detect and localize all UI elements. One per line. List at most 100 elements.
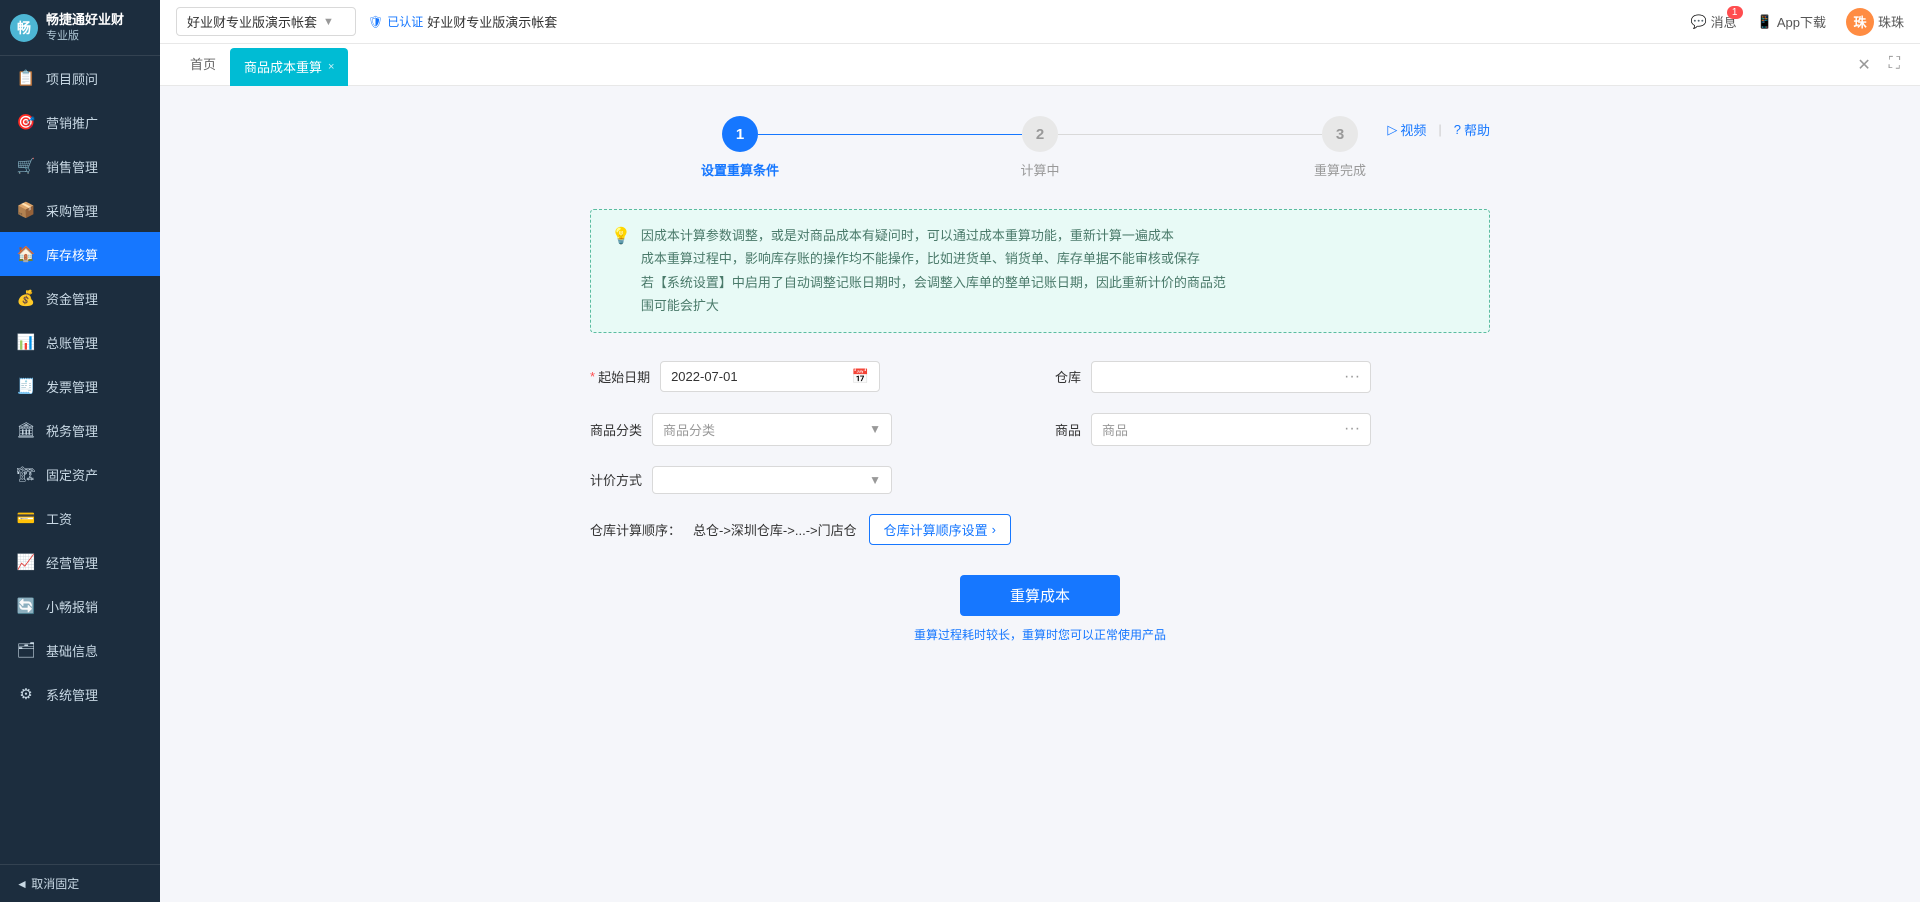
warehouse-order-row: 仓库计算顺序： 总仓->深圳仓库->...->门店仓 仓库计算顺序设置 › [590, 514, 1490, 545]
app-download-button[interactable]: 📱 App下载 [1757, 12, 1826, 31]
help-link[interactable]: ? 帮助 [1454, 120, 1490, 139]
operations-icon: 📈 [16, 552, 36, 572]
form-container: * 起始日期 2022-07-01 📅 仓库 ··· [590, 361, 1490, 643]
verified-account-name: 好业财专业版演示帐套 [427, 12, 557, 31]
shield-icon: 🛡 [368, 15, 383, 29]
video-link[interactable]: ▷ 视频 [1387, 120, 1426, 139]
sidebar-item-sales[interactable]: 🛒 销售管理 [0, 144, 160, 188]
info-box: 💡 因成本计算参数调整，或是对商品成本有疑问时，可以通过成本重算功能，重新计算一… [590, 209, 1490, 333]
invoice-icon: 🧾 [16, 376, 36, 396]
message-icon: 💬 [1690, 14, 1706, 30]
steps-container: 1 设置重算条件 2 计算中 3 [590, 116, 1490, 179]
accounting-icon: 📊 [16, 332, 36, 352]
messages-button[interactable]: 💬 消息 1 [1690, 12, 1736, 31]
question-icon: ? [1454, 122, 1461, 137]
system-icon: ⚙ [16, 684, 36, 704]
divider: | [1438, 122, 1441, 137]
step-1: 1 设置重算条件 [590, 116, 890, 179]
tab-close-icon[interactable]: × [328, 61, 334, 73]
sidebar-item-purchase[interactable]: 📦 采购管理 [0, 188, 160, 232]
pricing-method-field: 计价方式 ▼ [590, 466, 1025, 494]
product-field: 商品 商品 ··· [1055, 413, 1490, 446]
action-section: 重算成本 重算过程耗时较长，重算时您可以正常使用产品 [590, 575, 1490, 643]
chevron-right-icon: › [992, 522, 996, 537]
recalc-hint: 重算过程耗时较长，重算时您可以正常使用产品 [590, 626, 1490, 643]
step-3-circle: 3 [1322, 116, 1358, 152]
top-header: 好业财专业版演示帐套 ▼ 🛡 已认证 好业财专业版演示帐套 💬 消息 1 📱 A… [160, 0, 1920, 44]
info-text: 因成本计算参数调整，或是对商品成本有疑问时，可以通过成本重算功能，重新计算一遍成… [641, 224, 1226, 318]
product-input[interactable]: 商品 ··· [1091, 413, 1371, 446]
form-row-1: * 起始日期 2022-07-01 📅 仓库 ··· [590, 361, 1490, 393]
form-row-2: 商品分类 商品分类 ▼ 商品 商品 ··· [590, 413, 1490, 446]
sidebar-item-basic[interactable]: 🗂 基础信息 [0, 628, 160, 672]
sidebar-item-tax[interactable]: 🏛 税务管理 [0, 408, 160, 452]
sidebar-item-inventory[interactable]: 🏠 库存核算 [0, 232, 160, 276]
step-2-circle: 2 [1022, 116, 1058, 152]
warehouse-order-value: 总仓->深圳仓库->...->门店仓 [693, 520, 857, 539]
sidebar-item-salary[interactable]: 💳 工资 [0, 496, 160, 540]
messages-badge: 1 [1727, 6, 1743, 19]
inventory-icon: 🏠 [16, 244, 36, 264]
salary-icon: 💳 [16, 508, 36, 528]
basic-icon: 🗂 [16, 640, 36, 660]
product-category-input[interactable]: 商品分类 ▼ [652, 413, 892, 446]
product-category-field: 商品分类 商品分类 ▼ [590, 413, 1025, 446]
avatar: 珠 [1846, 8, 1874, 36]
start-date-field: * 起始日期 2022-07-01 📅 [590, 361, 1025, 392]
pricing-method-input[interactable]: ▼ [652, 466, 892, 494]
step-1-label: 设置重算条件 [701, 160, 779, 179]
sidebar-item-system[interactable]: ⚙ 系统管理 [0, 672, 160, 716]
project-icon: 📋 [16, 68, 36, 88]
recalculate-button[interactable]: 重算成本 [960, 575, 1120, 616]
sidebar-item-finance[interactable]: 💰 资金管理 [0, 276, 160, 320]
sidebar-item-accounting[interactable]: 📊 总账管理 [0, 320, 160, 364]
warehouse-order-settings-button[interactable]: 仓库计算顺序设置 › [869, 514, 1011, 545]
tab-recalculate[interactable]: 商品成本重算 × [230, 48, 348, 86]
step-2-label: 计算中 [1020, 160, 1059, 179]
expense-icon: 🔄 [16, 596, 36, 616]
pricing-method-label: 计价方式 [590, 470, 642, 489]
tax-icon: 🏛 [16, 420, 36, 440]
sidebar-item-operations[interactable]: 📈 经营管理 [0, 540, 160, 584]
phone-icon: 📱 [1757, 14, 1773, 30]
sales-icon: 🛒 [16, 156, 36, 176]
sidebar-nav: 📋 项目顾问 🎯 营销推广 🛒 销售管理 📦 采购管理 🏠 库存核算 💰 资金管… [0, 56, 160, 864]
purchase-icon: 📦 [16, 200, 36, 220]
account-selector[interactable]: 好业财专业版演示帐套 ▼ [176, 7, 356, 36]
tab-bar: 首页 商品成本重算 × ✕ ⛶ [160, 44, 1920, 86]
verified-badge: 🛡 已认证 [368, 13, 423, 30]
account-selector-chevron-icon: ▼ [323, 16, 334, 28]
sidebar: 畅 畅捷通好业财 专业版 📋 项目顾问 🎯 营销推广 🛒 销售管理 📦 采购管理… [0, 0, 160, 902]
product-category-label: 商品分类 [590, 420, 642, 439]
unpin-button[interactable]: ◄ 取消固定 [0, 864, 160, 902]
sidebar-logo: 畅 畅捷通好业财 专业版 [0, 0, 160, 56]
finance-icon: 💰 [16, 288, 36, 308]
sidebar-item-expense[interactable]: 🔄 小畅报销 [0, 584, 160, 628]
warehouse-order-label: 仓库计算顺序： [590, 520, 681, 539]
sidebar-item-assets[interactable]: 🏗 固定资产 [0, 452, 160, 496]
logo-text: 畅捷通好业财 专业版 [46, 12, 124, 43]
start-date-input[interactable]: 2022-07-01 📅 [660, 361, 880, 392]
warehouse-dots-icon: ··· [1344, 368, 1360, 386]
warehouse-input[interactable]: ··· [1091, 361, 1371, 393]
sidebar-item-marketing[interactable]: 🎯 营销推广 [0, 100, 160, 144]
close-window-icon[interactable]: ✕ [1853, 51, 1874, 79]
info-icon: 💡 [611, 226, 631, 318]
play-icon: ▷ [1387, 122, 1397, 138]
calendar-icon: 📅 [852, 368, 869, 385]
step-1-circle: 1 [722, 116, 758, 152]
content-area: 1 设置重算条件 2 计算中 3 [160, 86, 1920, 902]
warehouse-field: 仓库 ··· [1055, 361, 1490, 393]
user-profile[interactable]: 珠 珠珠 [1846, 8, 1904, 36]
expand-icon[interactable]: ⛶ [1885, 51, 1904, 79]
assets-icon: 🏗 [16, 464, 36, 484]
form-row-3: 计价方式 ▼ [590, 466, 1490, 494]
sidebar-item-project[interactable]: 📋 项目顾问 [0, 56, 160, 100]
sidebar-item-invoice[interactable]: 🧾 发票管理 [0, 364, 160, 408]
header-right: 💬 消息 1 📱 App下载 珠 珠珠 [1690, 8, 1904, 36]
step-2: 2 计算中 [890, 116, 1190, 179]
tab-home[interactable]: 首页 [176, 44, 230, 86]
steps-section: 1 设置重算条件 2 计算中 3 [590, 116, 1490, 179]
category-chevron-icon: ▼ [869, 422, 881, 436]
warehouse-label: 仓库 [1055, 367, 1081, 386]
